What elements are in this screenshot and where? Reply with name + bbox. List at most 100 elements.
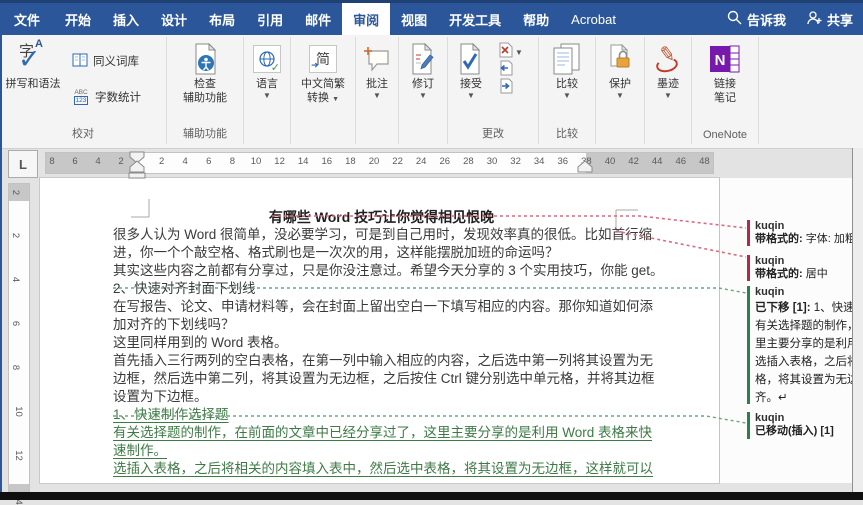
menu-tab-1[interactable]: 开始 <box>54 3 102 35</box>
ribbon-group-onenote: N 链接 笔记 OneNote <box>692 37 759 144</box>
hruler-number: 2 <box>118 156 124 167</box>
revision-bar-red <box>747 220 750 246</box>
share-button[interactable]: 共享 <box>796 3 863 35</box>
menu-tab-8[interactable]: 视图 <box>390 3 438 35</box>
revision-text-line: 有关选择题的制作，在前面的文章 <box>755 320 853 332</box>
compare-icon <box>551 41 583 77</box>
group-label-accessibility: 辅助功能 <box>183 128 227 140</box>
menu-tab-2[interactable]: 插入 <box>102 3 150 35</box>
menu-tab-10[interactable]: 帮助 <box>512 3 560 35</box>
next-change-button[interactable] <box>496 78 525 99</box>
dropdown-arrow: ▼ <box>332 96 339 103</box>
revision-balloon[interactable]: kuqin 已下移 [1]: 1、快速制作选择题有关选择题的制作，在前面的文章里主… <box>755 286 853 407</box>
linked-notes-button[interactable]: N 链接 笔记 <box>695 37 755 105</box>
hruler-number: 6 <box>72 156 78 167</box>
vruler-number: 2 <box>10 189 22 196</box>
horizontal-ruler[interactable]: 8 6 4 2 2 4 6 8 10 12 14 16 18 20 22 24 26 28 30 32 34 36 38 40… <box>45 152 714 174</box>
menu-tab-5[interactable]: 引用 <box>246 3 294 35</box>
revision-text-line: 已移动(插入) [1] <box>755 425 834 437</box>
revision-author: kuqin <box>755 255 785 267</box>
hruler-number: 2 <box>158 156 165 167</box>
body-text-line: 在写报告、论文、申请材料等，会在封面上留出空白一下填写相应的内容。那你知道如何添 <box>113 299 653 314</box>
protect-button[interactable]: 保护 ▼ <box>597 37 643 100</box>
ribbon-group-compare: 比较 ▼ 比较 <box>539 37 596 144</box>
ribbon-group-comments: 批注 ▼ <box>356 37 399 144</box>
revision-text-line: 带格式的: 居中 <box>755 268 828 280</box>
next-change-icon <box>498 78 513 99</box>
hruler-number: 16 <box>321 156 333 167</box>
tell-me-tab[interactable]: 告诉我 <box>717 3 796 35</box>
group-label-changes: 更改 <box>482 128 504 140</box>
vruler-number: 12 <box>12 450 24 461</box>
accept-button[interactable]: 接受 ▼ <box>448 37 494 100</box>
compare-button[interactable]: 比较 ▼ <box>542 37 592 100</box>
vertical-ruler[interactable]: 22468101214 <box>8 183 30 505</box>
menu-tab-7-active[interactable]: 审阅 <box>342 3 391 35</box>
hruler-number: 12 <box>274 156 285 167</box>
accept-icon <box>457 41 485 77</box>
spelling-grammar-button[interactable]: 字 A ✓ 拼写和语法 <box>0 37 66 91</box>
menu-tab-4[interactable]: 布局 <box>198 3 246 35</box>
revision-text-line: 选插入表格，之后将相关的内容填 <box>755 356 853 368</box>
hruler-number: 40 <box>604 156 616 167</box>
body-text-line: 加对齐的下划线吗？ <box>113 317 235 332</box>
thesaurus-button[interactable]: 同义词库 <box>72 51 162 71</box>
menu-tab-0[interactable]: 文件 <box>0 3 54 35</box>
person-add-icon <box>806 10 822 28</box>
document-page[interactable]: 有哪些 Word 技巧让你觉得相见恨晚 很多人认为 Word 很简单，没必要学习，… <box>40 178 719 483</box>
window-bottom-border <box>0 492 863 500</box>
tab-stop-selector[interactable]: L <box>8 150 38 178</box>
menu-tab-6[interactable]: 邮件 <box>294 3 342 35</box>
dropdown-arrow: ▼ <box>373 91 381 100</box>
ribbon-group-tracking: 修订 ▼ <box>399 37 448 144</box>
hruler-number: 20 <box>368 156 380 167</box>
ribbon: 字A✓ 拼写和语法 同义词库 ABC123 字数统计 校对 检查 辅助功能 <box>0 35 863 149</box>
chinese-conversion-button[interactable]: 简 ➜ 中文简繁 转换 ▼ <box>292 37 354 105</box>
comment-icon <box>363 41 391 77</box>
tell-me-label: 告诉我 <box>746 12 786 28</box>
ribbon-group-accessibility: 检查 辅助功能 辅助功能 <box>167 37 244 144</box>
ink-icon: ✎ <box>653 41 683 77</box>
revision-balloon[interactable]: kuqin 带格式的: 字体: 加粗 <box>755 220 853 247</box>
ribbon-group-proofing: 字 A ✓ 拼写和语法 同义词库 ABC 123 字数统计 校对 <box>0 37 167 144</box>
hruler-number: 14 <box>297 156 309 167</box>
previous-change-button[interactable] <box>496 60 525 79</box>
word-count-button[interactable]: ABC 123 字数统计 <box>72 87 162 107</box>
new-comment-button[interactable]: 批注 ▼ <box>357 37 397 100</box>
menu-tab-3[interactable]: 设计 <box>150 3 198 35</box>
language-button[interactable]: ✓ 语言 ▼ <box>245 37 289 100</box>
document-text: 有哪些 Word 技巧让你觉得相见恨晚 很多人认为 Word 很简单，没必要学习，… <box>113 208 664 478</box>
body-text-line: 设置为下边框。 <box>113 389 208 404</box>
revision-balloon[interactable]: kuqin 已移动(插入) [1] <box>755 412 853 439</box>
check-accessibility-button[interactable]: 检查 辅助功能 <box>169 37 241 105</box>
body-text-line: 进，你一个个敲空格、格式刷也是一次次的用，这样能摆脱加班的命运吗？ <box>113 245 559 260</box>
hruler-number: 32 <box>510 156 521 167</box>
hruler-number: 28 <box>463 156 474 167</box>
dropdown-arrow: ▼ <box>515 47 523 57</box>
hruler-number: 34 <box>533 156 545 167</box>
ribbon-group-chinese-conversion: 简 ➜ 中文简繁 转换 ▼ <box>291 37 356 144</box>
moved-text-line: 选插入表格，之后将相关的内容填入表中，然后选中表格，将其设置为无边框，这样就可以 <box>113 461 653 476</box>
menu-tab-11[interactable]: Acrobat <box>560 3 627 35</box>
vertical-scrollbar[interactable] <box>852 148 863 492</box>
hruler-number: 48 <box>699 156 710 167</box>
revision-bar-green <box>747 286 750 404</box>
share-label: 共享 <box>826 12 853 28</box>
body-text-line: 2、快速对齐封面下划线 <box>113 281 256 296</box>
hruler-number: 8 <box>229 156 236 167</box>
ink-button[interactable]: ✎ 墨迹 ▼ <box>646 37 690 100</box>
menu-tab-9[interactable]: 开发工具 <box>438 3 512 35</box>
body-text-line: 很多人认为 Word 很简单，没必要学习，可是到自己用时，发现效率真的很低。比如… <box>113 227 653 242</box>
moved-text-line: 1、快速制作选择题 <box>113 407 229 422</box>
body-text-line: 其实这些内容之前都有分享过，只是你没注意过。希望今天分享的 3 个实用技巧，你能… <box>113 263 664 278</box>
moved-text-line: 有关选择题的制作，在前面的文章中已经分享过了，这里主要分享的是利用 Word 表… <box>113 425 653 440</box>
ruler-left-margin-zone <box>46 153 138 173</box>
hruler-number: 24 <box>415 156 427 167</box>
revision-text-line: 带格式的: 字体: 加粗 <box>755 233 853 245</box>
track-changes-button[interactable]: 修订 ▼ <box>400 37 446 100</box>
ribbon-group-changes: 接受 ▼ ▼ 更改 <box>448 37 539 144</box>
reject-button[interactable]: ▼ <box>496 42 525 61</box>
hruler-number: 46 <box>675 156 687 167</box>
hruler-number: 44 <box>651 156 663 167</box>
revision-balloon[interactable]: kuqin 带格式的: 居中 <box>755 255 853 282</box>
